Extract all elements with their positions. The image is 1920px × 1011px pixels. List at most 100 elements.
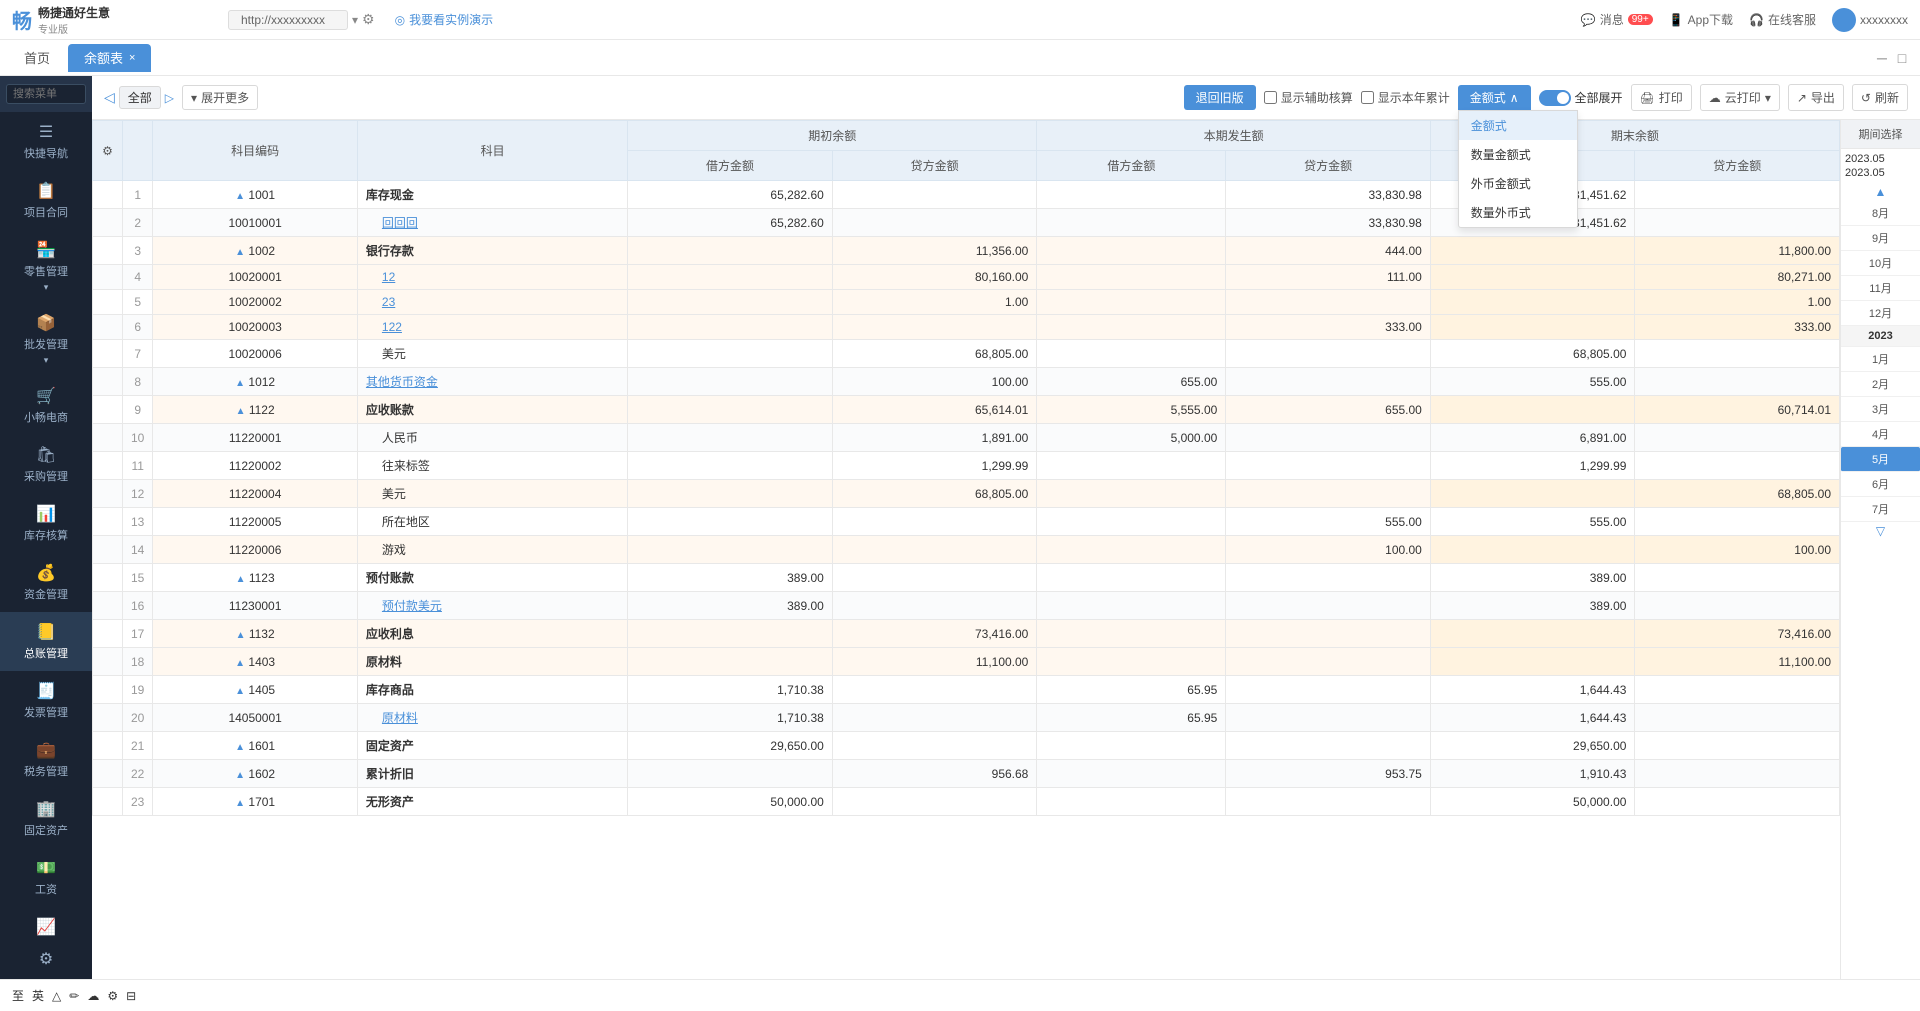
- account-link[interactable]: 23: [382, 295, 395, 309]
- account-code-header[interactable]: 科目编码: [153, 121, 358, 181]
- account-link[interactable]: 回回回: [382, 216, 418, 230]
- filter-back-btn[interactable]: ◁: [104, 89, 115, 106]
- account-link[interactable]: 122: [382, 320, 402, 334]
- month-7[interactable]: 7月: [1841, 497, 1920, 522]
- cloud-print-btn[interactable]: ☁ 云打印 ▾: [1700, 84, 1780, 111]
- mode-option-qty-amount[interactable]: 数量金额式: [1459, 140, 1577, 169]
- settings-icon[interactable]: ⚙: [362, 11, 375, 28]
- expand-more-btn[interactable]: ▾ 展开更多: [182, 85, 258, 110]
- row-pd-debit: [1037, 760, 1226, 788]
- sidebar-item-accounting[interactable]: 📒 总账管理: [0, 612, 92, 671]
- month-2[interactable]: 2月: [1841, 372, 1920, 397]
- month-3[interactable]: 3月: [1841, 397, 1920, 422]
- sidebar-item-quick-nav[interactable]: ☰ 快捷导航: [0, 112, 92, 171]
- row-name[interactable]: 12: [357, 265, 627, 290]
- row-name[interactable]: 122: [357, 315, 627, 340]
- pd-credit-header[interactable]: 贷方金额: [1226, 151, 1431, 181]
- pd-debit-header[interactable]: 借方金额: [1037, 151, 1226, 181]
- month-4[interactable]: 4月: [1841, 422, 1920, 447]
- assist-checkbox[interactable]: [1264, 91, 1277, 104]
- bottom-item-1[interactable]: 至: [12, 987, 24, 1004]
- ob-debit-header[interactable]: 借方金额: [628, 151, 833, 181]
- ob-credit-header[interactable]: 贷方金额: [832, 151, 1037, 181]
- show-ytd-check[interactable]: 显示本年累计: [1361, 89, 1450, 106]
- account-link[interactable]: 原材料: [382, 711, 418, 725]
- tab-minimize-btn[interactable]: ─: [1872, 48, 1892, 68]
- url-arrow[interactable]: ▾: [352, 13, 358, 27]
- month-11[interactable]: 11月: [1841, 276, 1920, 301]
- expand-all-toggle[interactable]: [1539, 90, 1571, 106]
- row-name[interactable]: 预付款美元: [357, 592, 627, 620]
- account-link[interactable]: 预付款美元: [382, 599, 442, 613]
- table-row: 4 10020001 12 80,160.00 111.00 80,271.00: [93, 265, 1840, 290]
- row-cb-credit: [1635, 452, 1840, 480]
- row-code: 11220005: [153, 508, 358, 536]
- scroll-up-btn[interactable]: ▲: [1841, 183, 1920, 201]
- tab-home[interactable]: 首页: [8, 44, 66, 72]
- bottom-item-2[interactable]: 英: [32, 987, 44, 1004]
- tab-close-btn[interactable]: ×: [129, 52, 135, 64]
- bottom-item-3[interactable]: △: [52, 989, 61, 1003]
- message-btn[interactable]: 💬 消息 99+: [1581, 11, 1653, 28]
- show-assist-check[interactable]: 显示辅助核算: [1264, 89, 1353, 106]
- row-cb-credit: [1635, 181, 1840, 209]
- account-name-header[interactable]: 科目: [357, 121, 627, 181]
- user-menu[interactable]: xxxxxxxx: [1832, 8, 1908, 32]
- download-btn[interactable]: 📱 App下载: [1669, 11, 1733, 28]
- service-btn[interactable]: 🎧 在线客服: [1749, 11, 1816, 28]
- row-name[interactable]: 其他货币资金: [357, 368, 627, 396]
- row-pd-debit: [1037, 536, 1226, 564]
- sidebar-item-retail-label: 零售管理: [24, 263, 68, 279]
- bottom-item-4[interactable]: ✏: [69, 989, 79, 1003]
- print-btn[interactable]: 🖨 打印: [1631, 84, 1692, 111]
- month-12[interactable]: 12月: [1841, 301, 1920, 326]
- month-5[interactable]: 5月: [1841, 447, 1920, 472]
- month-10[interactable]: 10月: [1841, 251, 1920, 276]
- sidebar-item-capital[interactable]: 💰 资金管理: [0, 553, 92, 612]
- sidebar-item-inventory[interactable]: 📊 库存核算: [0, 494, 92, 553]
- account-link[interactable]: 其他货币资金: [366, 375, 438, 389]
- sidebar-item-purchase[interactable]: 🛍 采购管理: [0, 435, 92, 494]
- sidebar-item-retail[interactable]: 🏪 零售管理 ▾: [0, 230, 92, 303]
- month-8[interactable]: 8月: [1841, 201, 1920, 226]
- month-1[interactable]: 1月: [1841, 347, 1920, 372]
- row-name[interactable]: 原材料: [357, 704, 627, 732]
- cb-credit-header[interactable]: 贷方金额: [1635, 151, 1840, 181]
- row-pd-debit: [1037, 480, 1226, 508]
- mode-option-foreign-amount[interactable]: 外币金额式: [1459, 169, 1577, 198]
- mode-option-qty-foreign[interactable]: 数量外币式: [1459, 198, 1577, 227]
- filter-forward-btn[interactable]: ▷: [165, 91, 174, 105]
- month-9[interactable]: 9月: [1841, 226, 1920, 251]
- account-link[interactable]: 12: [382, 270, 395, 284]
- sidebar-item-invoice[interactable]: 🧾 发票管理: [0, 671, 92, 730]
- mode-dropdown-btn[interactable]: 金额式 ∧: [1458, 85, 1531, 110]
- bottom-item-6[interactable]: ⚙: [107, 989, 118, 1003]
- sidebar-item-assets[interactable]: 🏢 固定资产: [0, 789, 92, 848]
- row-num: 1: [123, 181, 153, 209]
- sidebar-item-tax[interactable]: 💼 税务管理: [0, 730, 92, 789]
- sidebar-item-settings[interactable]: ⚙: [0, 939, 92, 979]
- sidebar-item-wholesale[interactable]: 📦 批发管理 ▾: [0, 303, 92, 376]
- scroll-down-btn[interactable]: ▽: [1841, 522, 1920, 540]
- tab-maximize-btn[interactable]: □: [1892, 48, 1912, 68]
- export-btn[interactable]: ↗ 导出: [1788, 84, 1844, 111]
- row-num: 14: [123, 536, 153, 564]
- ytd-checkbox[interactable]: [1361, 91, 1374, 104]
- sidebar-item-project[interactable]: 📋 项目合同: [0, 171, 92, 230]
- bottom-item-7[interactable]: ⊟: [126, 989, 136, 1003]
- month-6[interactable]: 6月: [1841, 472, 1920, 497]
- sidebar-item-ecommerce[interactable]: 🛒 小畅电商: [0, 376, 92, 435]
- settings-col-header[interactable]: ⚙: [93, 121, 123, 181]
- row-name[interactable]: 23: [357, 290, 627, 315]
- tab-balance[interactable]: 余额表 ×: [68, 44, 151, 72]
- search-input[interactable]: [6, 84, 86, 104]
- demo-link[interactable]: ◎ 我要看实例演示: [395, 11, 494, 28]
- url-bar[interactable]: http://xxxxxxxxx: [228, 10, 348, 30]
- refresh-btn[interactable]: ↺ 刷新: [1852, 84, 1908, 111]
- mode-option-amount[interactable]: 金额式: [1459, 111, 1577, 140]
- bottom-item-5[interactable]: ☁: [87, 989, 99, 1003]
- sidebar-item-operations[interactable]: 📈 经营管理: [0, 907, 92, 939]
- sidebar-item-salary[interactable]: 💵 工资: [0, 848, 92, 907]
- return-old-btn[interactable]: 退回旧版: [1184, 85, 1256, 110]
- row-name[interactable]: 回回回: [357, 209, 627, 237]
